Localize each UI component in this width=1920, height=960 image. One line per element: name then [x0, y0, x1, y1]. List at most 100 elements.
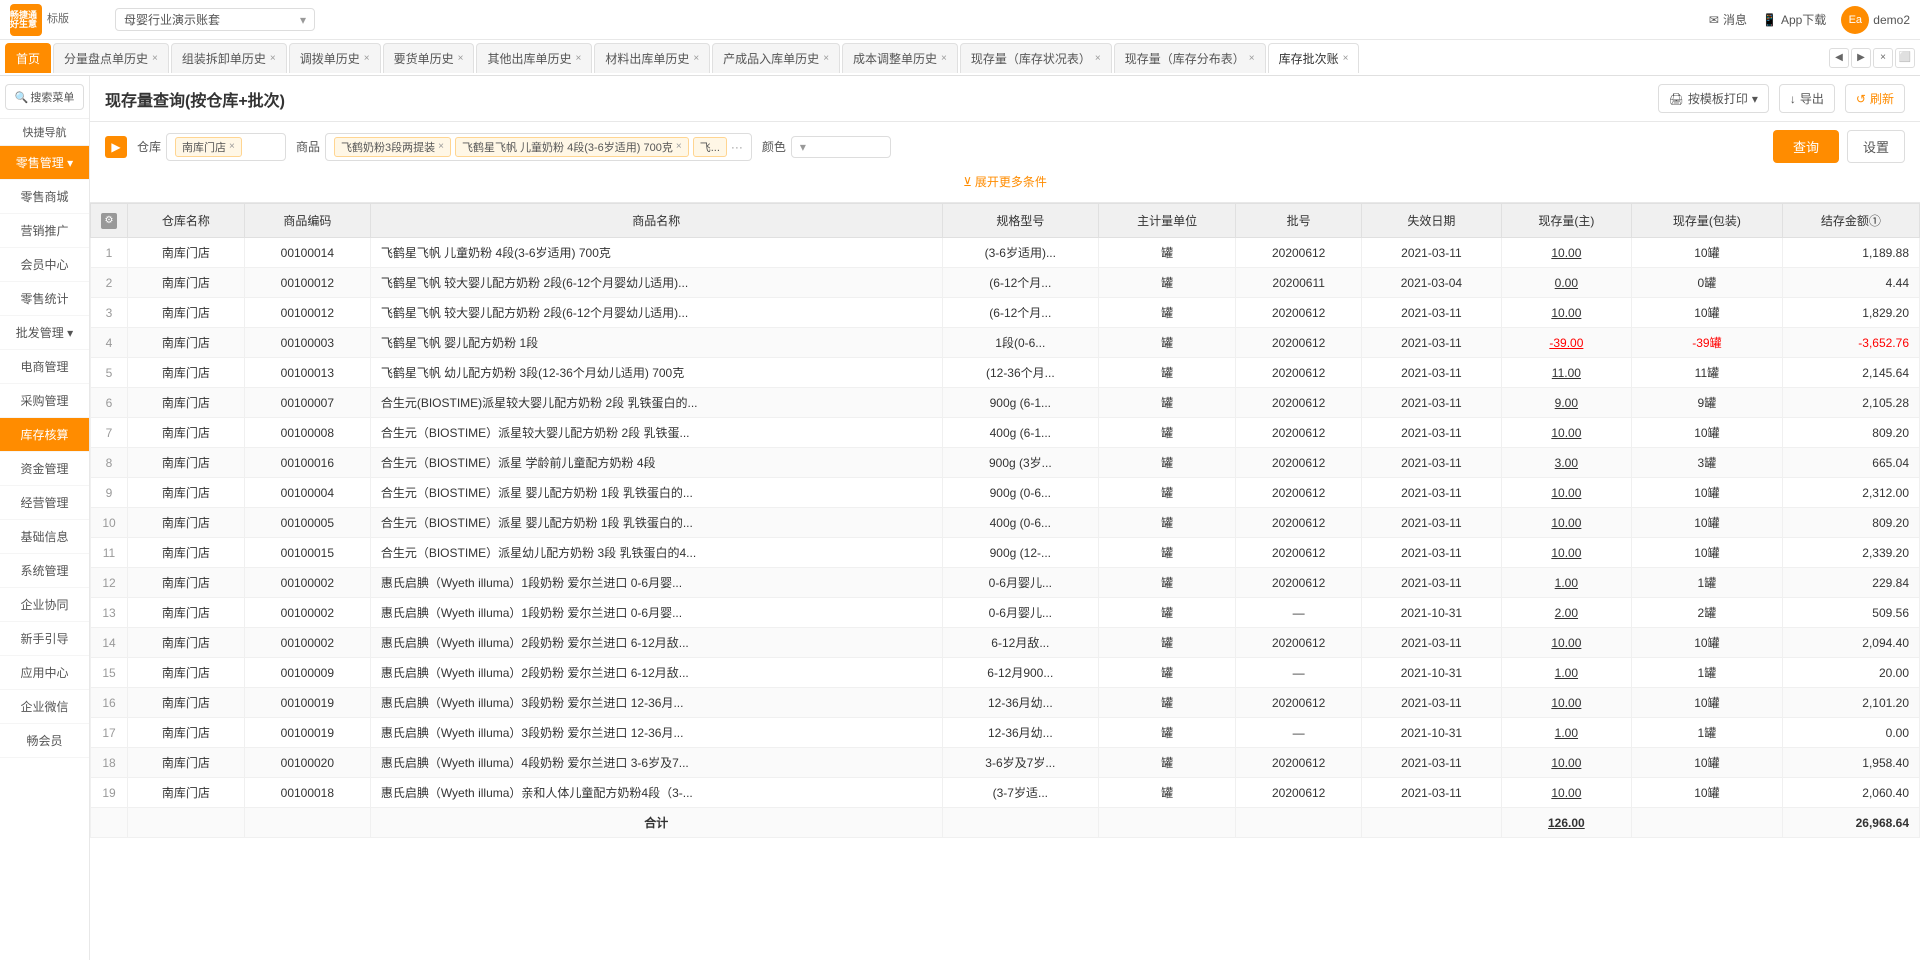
- tab-kucun-pici[interactable]: 库存批次账 ×: [1268, 43, 1360, 73]
- table-row: 6 南库门店 00100007 合生元(BIOSTIME)派星较大婴儿配方奶粉 …: [91, 388, 1920, 418]
- row-qty-main[interactable]: 10.00: [1501, 418, 1631, 448]
- product-tag-container[interactable]: 飞鹤奶粉3段两提装 × 飞鹤星飞帆 儿童奶粉 4段(3-6岁适用) 700克 ×…: [325, 133, 752, 161]
- sidebar-item-new-guide[interactable]: 新手引导: [0, 622, 89, 656]
- row-num: 2: [91, 268, 128, 298]
- row-qty-main[interactable]: 10.00: [1501, 748, 1631, 778]
- sidebar-item-finance[interactable]: 资金管理: [0, 452, 89, 486]
- refresh-btn[interactable]: ↺ 刷新: [1845, 84, 1905, 113]
- close-icon[interactable]: ×: [458, 53, 464, 64]
- user-area[interactable]: Ea demo2: [1841, 6, 1910, 34]
- tab-fenliangpandian[interactable]: 分量盘点单历史 ×: [53, 43, 169, 73]
- query-btn[interactable]: 查询: [1773, 130, 1839, 163]
- row-unit: 罐: [1099, 418, 1236, 448]
- row-qty-main[interactable]: 10.00: [1501, 238, 1631, 268]
- tab-maximize[interactable]: ⬜: [1895, 48, 1915, 68]
- sidebar-item-retail-mgmt[interactable]: 零售管理 ▾: [0, 146, 89, 180]
- row-num: 1: [91, 238, 128, 268]
- tab-home[interactable]: 首页: [5, 43, 51, 73]
- tab-chenbeniaozhengsls[interactable]: 成本调整单历史 ×: [842, 43, 958, 73]
- row-batch: 20200612: [1236, 448, 1362, 478]
- sidebar-item-changhui[interactable]: 畅会员: [0, 724, 89, 758]
- warehouse-tag-container[interactable]: 南库门店 ×: [166, 133, 286, 161]
- sidebar-item-retail-stats[interactable]: 零售统计: [0, 282, 89, 316]
- close-icon[interactable]: ×: [364, 53, 370, 64]
- sidebar-item-system-mgmt[interactable]: 系统管理: [0, 554, 89, 588]
- row-qty-main[interactable]: 0.00: [1501, 268, 1631, 298]
- row-qty-main[interactable]: 3.00: [1501, 448, 1631, 478]
- sidebar-item-operations[interactable]: 经营管理: [0, 486, 89, 520]
- tab-xiancunliang-kucun[interactable]: 现存量（库存状况表） ×: [960, 43, 1112, 73]
- table-row: 18 南库门店 00100020 惠氏启腆（Wyeth illuma）4段奶粉 …: [91, 748, 1920, 778]
- sidebar-item-app-center[interactable]: 应用中心: [0, 656, 89, 690]
- row-qty-main[interactable]: 10.00: [1501, 508, 1631, 538]
- close-icon[interactable]: ×: [693, 53, 699, 64]
- sidebar-item-ecommerce[interactable]: 电商管理: [0, 350, 89, 384]
- warehouse-tag-close[interactable]: ×: [229, 141, 235, 152]
- tab-close-all[interactable]: ×: [1873, 48, 1893, 68]
- product-tag-close[interactable]: ×: [676, 141, 682, 152]
- inventory-table: ⚙ 仓库名称 商品编码 商品名称 规格型号 主计量单位 批号 失效日期 现存量(…: [90, 203, 1920, 838]
- total-empty: [1362, 808, 1502, 838]
- row-qty-main[interactable]: 1.00: [1501, 568, 1631, 598]
- tab-qitachuku[interactable]: 其他出库单历史 ×: [476, 43, 592, 73]
- row-qty-main[interactable]: 9.00: [1501, 388, 1631, 418]
- close-icon[interactable]: ×: [823, 53, 829, 64]
- row-expire: 2021-03-11: [1362, 298, 1502, 328]
- sidebar-item-enterprise-collab[interactable]: 企业协同: [0, 588, 89, 622]
- close-icon[interactable]: ×: [152, 53, 158, 64]
- row-expire: 2021-03-11: [1362, 688, 1502, 718]
- color-filter-container[interactable]: ▾: [791, 136, 891, 158]
- setting-btn[interactable]: 设置: [1847, 130, 1905, 163]
- sidebar-item-retail-mall[interactable]: 零售商城: [0, 180, 89, 214]
- sidebar-item-basic-info[interactable]: 基础信息: [0, 520, 89, 554]
- tab-next-arrow[interactable]: ▶: [1851, 48, 1871, 68]
- row-qty-main[interactable]: 10.00: [1501, 778, 1631, 808]
- row-qty-main[interactable]: 10.00: [1501, 538, 1631, 568]
- app-download-btn[interactable]: 📱 App下载: [1762, 11, 1826, 28]
- row-qty-main[interactable]: 10.00: [1501, 298, 1631, 328]
- close-icon[interactable]: ×: [1343, 53, 1349, 64]
- tab-cailiochuku[interactable]: 材料出库单历史 ×: [594, 43, 710, 73]
- total-qty-main[interactable]: 126.00: [1501, 808, 1631, 838]
- close-icon[interactable]: ×: [941, 53, 947, 64]
- row-qty-main[interactable]: 11.00: [1501, 358, 1631, 388]
- close-icon[interactable]: ×: [1249, 53, 1255, 64]
- sidebar-quick-nav[interactable]: 快捷导航: [0, 119, 89, 146]
- row-qty-main[interactable]: 10.00: [1501, 628, 1631, 658]
- message-btn[interactable]: ✉ 消息: [1709, 11, 1747, 28]
- tab-diaobodanls[interactable]: 调拨单历史 ×: [289, 43, 381, 73]
- row-spec: 0-6月婴儿...: [942, 568, 1098, 598]
- close-icon[interactable]: ×: [270, 53, 276, 64]
- sidebar-item-inventory[interactable]: 库存核算: [0, 418, 89, 452]
- tab-xiancunliang-fenbu[interactable]: 现存量（库存分布表） ×: [1114, 43, 1266, 73]
- tab-yaohuo[interactable]: 要货单历史 ×: [383, 43, 475, 73]
- sidebar-item-member-center[interactable]: 会员中心: [0, 248, 89, 282]
- sidebar-item-purchase[interactable]: 采购管理: [0, 384, 89, 418]
- row-num: 9: [91, 478, 128, 508]
- row-warehouse: 南库门店: [128, 448, 245, 478]
- close-icon[interactable]: ×: [575, 53, 581, 64]
- close-icon[interactable]: ×: [1095, 53, 1101, 64]
- product-tag-close[interactable]: ×: [438, 141, 444, 152]
- sidebar-item-marketing[interactable]: 营销推广: [0, 214, 89, 248]
- sidebar-item-wholesale-mgmt[interactable]: 批发管理 ▾: [0, 316, 89, 350]
- print-btn[interactable]: 🖨 按模板打印 ▾: [1658, 84, 1769, 113]
- search-menu-btn[interactable]: 🔍 搜索菜单: [5, 84, 84, 110]
- table-row: 13 南库门店 00100002 惠氏启腆（Wyeth illuma）1段奶粉 …: [91, 598, 1920, 628]
- row-qty-main[interactable]: 2.00: [1501, 598, 1631, 628]
- more-dots[interactable]: ···: [731, 140, 743, 154]
- filter-expand-arrow[interactable]: ▶: [105, 136, 127, 158]
- tab-prev-arrow[interactable]: ◀: [1829, 48, 1849, 68]
- row-qty-main[interactable]: -39.00: [1501, 328, 1631, 358]
- tab-zuzhuangchaijian[interactable]: 组装拆卸单历史 ×: [171, 43, 287, 73]
- tab-chanchengruku[interactable]: 产成品入库单历史 ×: [712, 43, 840, 73]
- org-selector[interactable]: 母婴行业演示账套 ▾: [115, 8, 315, 31]
- export-btn[interactable]: ↓ 导出: [1779, 84, 1835, 113]
- row-qty-main[interactable]: 1.00: [1501, 658, 1631, 688]
- setting-icon[interactable]: ⚙: [101, 213, 117, 229]
- expand-more-btn[interactable]: ⊻ 展开更多条件: [955, 169, 1055, 194]
- row-qty-main[interactable]: 10.00: [1501, 688, 1631, 718]
- sidebar-item-enterprise-wechat[interactable]: 企业微信: [0, 690, 89, 724]
- row-qty-main[interactable]: 10.00: [1501, 478, 1631, 508]
- row-qty-main[interactable]: 1.00: [1501, 718, 1631, 748]
